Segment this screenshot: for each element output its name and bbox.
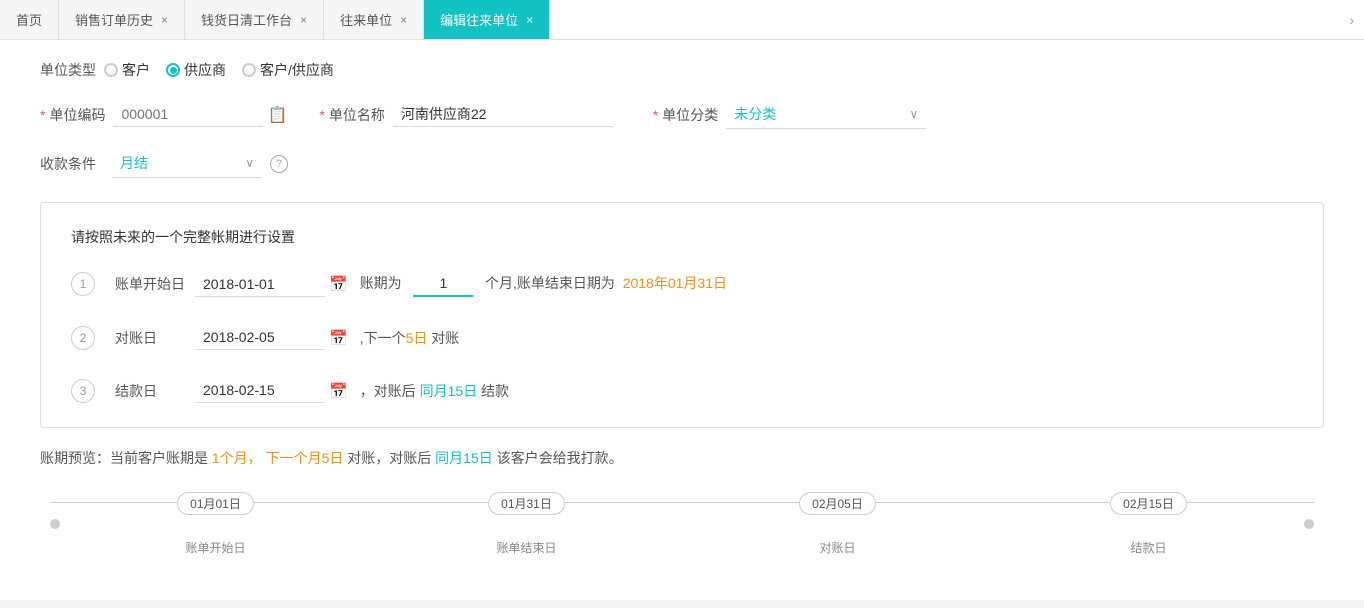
payment-chevron-icon: ∨ [245,156,254,170]
timeline-end-dot [1304,519,1314,529]
unit-name-star: * [319,107,324,123]
reconcile-desc: ,下一个5日 对账 [360,328,460,348]
account-start-label: 账单开始日 [115,274,195,294]
timeline-container: 01月01日 账单开始日 01月31日 账单结束日 02月05日 对账日 02月… [40,492,1324,556]
unit-type-label: 单位类型 [40,60,96,80]
setting-row-1: 1 账单开始日 📅 账期为 个月,账单结束日期为 2018年01月31日 [71,271,1293,297]
unit-category-select[interactable]: 未分类 ∨ [726,100,926,129]
unit-name-label: 单位名称 [329,105,385,125]
unit-code-input[interactable] [113,102,263,127]
tab-edit-partner[interactable]: 编辑往来单位 × [424,0,550,39]
months-input[interactable] [413,271,473,297]
timeline-bubble-1: 01月01日 [177,492,254,515]
radio-label-supplier: 供应商 [184,60,226,80]
setting-num-3: 3 [71,379,95,403]
payment-select[interactable]: 月结 ∨ [112,149,262,178]
unit-code-label: 单位编码 [49,105,105,125]
calendar-icon-3[interactable]: 📅 [329,382,348,400]
radio-supplier[interactable]: 供应商 [166,60,226,80]
payment-label: 收款条件 [40,154,96,174]
tab-sales-history[interactable]: 销售订单历史 × [59,0,185,39]
unit-type-radio-group: 客户 供应商 客户/供应商 [104,60,334,80]
radio-circle-supplier [166,63,180,77]
help-icon[interactable]: ? [270,155,288,173]
chevron-down-icon: ∨ [909,107,918,121]
payment-row: 收款条件 月结 ∨ ? [40,149,1324,178]
setting-num-2: 2 [71,326,95,350]
timeline-node-4: 02月15日 结款日 [993,492,1304,556]
tab-bar: 首页 销售订单历史 × 钱货日清工作台 × 往来单位 × 编辑往来单位 × › [0,0,1364,40]
settings-panel: 请按照未来的一个完整帐期进行设置 1 账单开始日 📅 账期为 个月,账单结束日期… [40,202,1324,428]
tab-home[interactable]: 首页 [0,0,59,39]
main-content: 单位类型 客户 供应商 客户/供应商 * 单位编码 📋 * 单位名称 * [0,40,1364,600]
timeline-node-3: 02月05日 对账日 [682,492,993,556]
reconcile-date-input[interactable] [195,325,325,350]
timeline: 01月01日 账单开始日 01月31日 账单结束日 02月05日 对账日 02月… [40,492,1324,556]
unit-category-label: 单位分类 [662,105,718,125]
radio-both[interactable]: 客户/供应商 [242,60,334,80]
radio-label-both: 客户/供应商 [260,60,334,80]
payment-value: 月结 [120,153,237,173]
radio-circle-customer [104,63,118,77]
preview-end: 同月15日 [435,450,493,466]
timeline-start-dot [50,519,60,529]
setting-row-2: 2 对账日 📅 ,下一个5日 对账 [71,325,1293,350]
end-date-highlight: 2018年01月31日 [623,275,727,291]
setting-row-3: 3 结款日 📅 ，对账后 同月15日 结款 [71,378,1293,403]
account-start-date-input[interactable] [195,272,325,297]
unit-type-row: 单位类型 客户 供应商 客户/供应商 [40,60,1324,80]
reconcile-label: 对账日 [115,328,195,348]
calendar-icon-2[interactable]: 📅 [329,329,348,347]
timeline-node-2: 01月31日 账单结束日 [371,492,682,556]
preview-month: 1个月， [212,450,262,466]
radio-label-customer: 客户 [122,60,150,80]
tab-close-cash-work[interactable]: × [300,13,307,27]
timeline-label-4: 结款日 [1130,539,1166,556]
timeline-label-3: 对账日 [819,539,855,556]
timeline-bubble-3: 02月05日 [799,492,876,515]
tab-more-button[interactable]: › [1339,0,1364,39]
period-desc: 账期为 个月,账单结束日期为 2018年01月31日 [360,271,727,297]
next-day-highlight: 5日 [406,330,428,346]
timeline-label-1: 账单开始日 [185,539,245,556]
tab-cash-work[interactable]: 钱货日清工作台 × [185,0,324,39]
panel-title: 请按照未来的一个完整帐期进行设置 [71,227,1293,247]
unit-category-value: 未分类 [734,104,901,124]
unit-code-icon[interactable]: 📋 [267,105,287,125]
payment-date-desc: ，对账后 同月15日 结款 [360,381,509,401]
setting-num-1: 1 [71,272,95,296]
tab-partner[interactable]: 往来单位 × [324,0,424,39]
tab-close-edit-partner[interactable]: × [526,13,533,27]
unit-fields-row: * 单位编码 📋 * 单位名称 * 单位分类 未分类 ∨ [40,100,1324,129]
same-month-highlight: 同月15日 [420,383,478,399]
timeline-bubble-4: 02月15日 [1110,492,1187,515]
unit-name-input[interactable] [393,102,613,127]
tab-close-sales-history[interactable]: × [161,13,168,27]
tab-close-partner[interactable]: × [400,13,407,27]
payment-date-input[interactable] [195,378,325,403]
timeline-label-2: 账单结束日 [496,539,556,556]
timeline-node-1: 01月01日 账单开始日 [60,492,371,556]
radio-circle-both [242,63,256,77]
preview-mid: 下一个月5日 [266,450,344,466]
unit-code-star: * [40,107,45,123]
unit-category-star: * [653,107,658,123]
payment-date-label: 结款日 [115,381,195,401]
radio-customer[interactable]: 客户 [104,60,150,80]
timeline-bubble-2: 01月31日 [488,492,565,515]
preview-text: 账期预览：当前客户账期是 1个月， 下一个月5日 对账，对账后 同月15日 该客… [40,448,1324,468]
calendar-icon-1[interactable]: 📅 [329,275,348,293]
